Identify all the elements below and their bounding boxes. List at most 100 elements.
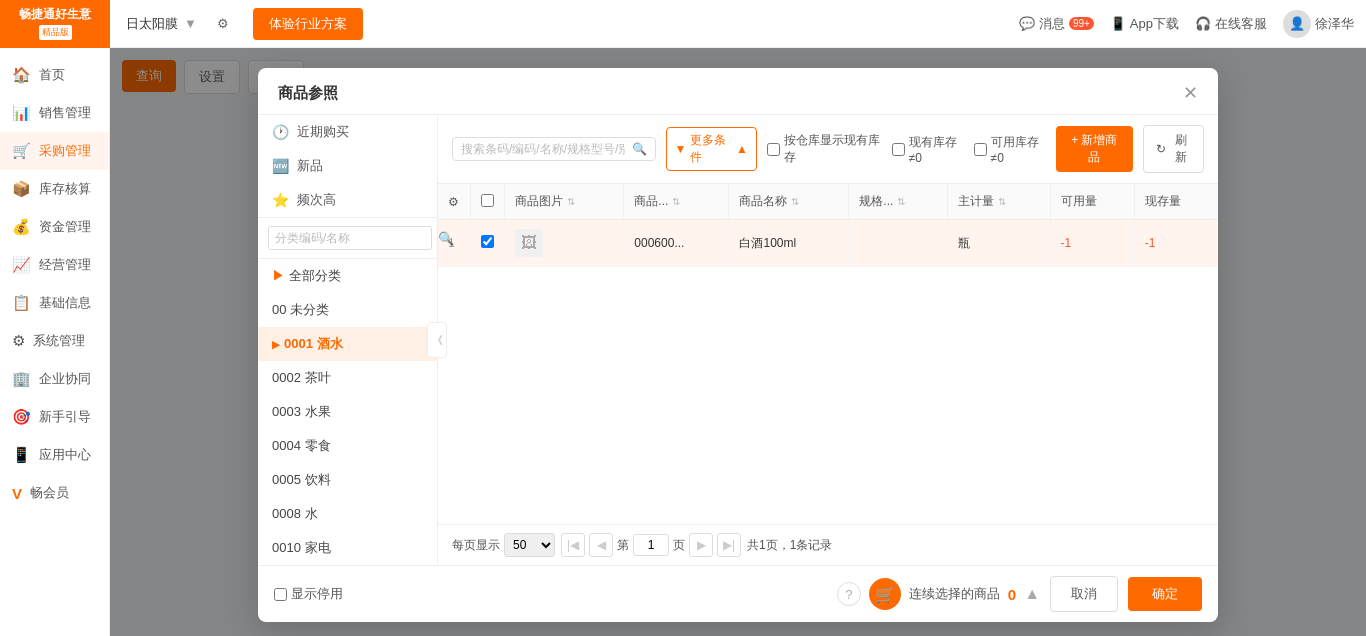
cat-item-tea[interactable]: 0002 茶叶 [258, 361, 437, 395]
sidebar-item-guide[interactable]: 🎯 新手引导 [0, 398, 109, 436]
th-image: 商品图片⇅ [504, 184, 624, 220]
cat-item-fruit[interactable]: 0003 水果 [258, 395, 437, 429]
cart-collapse-button[interactable]: ▲ [1024, 585, 1040, 603]
apps-icon: 📱 [12, 446, 31, 464]
cat-item-snack[interactable]: 0004 零食 [258, 429, 437, 463]
logo-area: 畅捷通好生意 精品版 [0, 0, 110, 48]
pagination: 每页显示 10 20 50 100 |◀ ◀ 第 [438, 524, 1218, 565]
row-checkbox[interactable] [481, 235, 494, 248]
confirm-button[interactable]: 确定 [1128, 577, 1202, 611]
checkbox-available[interactable] [892, 143, 905, 156]
user-nav-item[interactable]: 👤 徐泽华 [1283, 10, 1354, 38]
sidebar-item-base[interactable]: 📋 基础信息 [0, 284, 109, 322]
sidebar-item-system[interactable]: ⚙ 系统管理 [0, 322, 109, 360]
product-search-icon[interactable]: 🔍 [632, 142, 647, 156]
page-navigation: |◀ ◀ 第 页 ▶ ▶| [561, 533, 741, 557]
sidebar-item-home[interactable]: 🏠 首页 [0, 56, 109, 94]
show-disabled-label[interactable]: 显示停用 [274, 585, 343, 603]
sidebar-item-sales[interactable]: 📊 销售管理 [0, 94, 109, 132]
checkbox-usable-label[interactable]: 可用库存≠0 [974, 134, 1046, 165]
collab-icon: 🏢 [12, 370, 31, 388]
settings-icon[interactable]: ⚙ [207, 8, 239, 40]
category-list: ▶ 全部分类 00 未分类 ▶ 0001 酒水 0002 茶叶 [258, 259, 437, 565]
filter-icon: ▼ [675, 142, 687, 156]
table-row[interactable]: 1 🖼 000600... 白酒100ml 瓶 -1 [438, 220, 1218, 267]
show-disabled-checkbox[interactable] [274, 588, 287, 601]
product-search-input[interactable] [461, 142, 626, 156]
sidebar-item-finance[interactable]: 💰 资金管理 [0, 208, 109, 246]
column-settings-icon[interactable]: ⚙ [448, 195, 459, 209]
sidebar-item-ops[interactable]: 📈 经营管理 [0, 246, 109, 284]
more-filter-button[interactable]: ▼ 更多条件 ▲ [666, 127, 757, 171]
cart-button[interactable]: 🛒 [869, 578, 901, 610]
page-last-button[interactable]: ▶| [717, 533, 741, 557]
quick-item-recent[interactable]: 🕐 近期购买 [258, 115, 437, 149]
th-settings[interactable]: ⚙ [438, 184, 470, 220]
cat-item-appliance[interactable]: 0010 家电 [258, 531, 437, 565]
th-stock: 现存量 [1134, 184, 1218, 220]
experience-button[interactable]: 体验行业方案 [253, 8, 363, 40]
message-icon: 💬 [1019, 16, 1035, 31]
cat-label-tea: 0002 茶叶 [272, 369, 331, 387]
page-label: 第 [617, 537, 629, 554]
page-size-selector: 每页显示 10 20 50 100 [452, 533, 555, 557]
help-icon[interactable]: ? [837, 582, 861, 606]
member-icon: V [12, 485, 22, 502]
th-available: 可用量 [1050, 184, 1134, 220]
collapse-panel-button[interactable]: 《 [427, 322, 447, 358]
page-first-button[interactable]: |◀ [561, 533, 585, 557]
dialog-close-button[interactable]: ✕ [1183, 82, 1198, 104]
cat-label-liquor: 0001 酒水 [284, 335, 343, 353]
cat-item-drink[interactable]: 0005 饮料 [258, 463, 437, 497]
search-icon[interactable]: 🔍 [438, 231, 454, 246]
add-product-button[interactable]: + 新增商品 [1056, 126, 1134, 172]
total-info: 共1页，1条记录 [747, 537, 832, 554]
store-dropdown-arrow: ▼ [184, 16, 197, 31]
th-checkbox[interactable] [470, 184, 504, 220]
quick-item-frequent[interactable]: ⭐ 频次高 [258, 183, 437, 217]
sidebar-item-collab[interactable]: 🏢 企业协同 [0, 360, 109, 398]
quick-item-new[interactable]: 🆕 新品 [258, 149, 437, 183]
page-prev-button[interactable]: ◀ [589, 533, 613, 557]
select-all-checkbox[interactable] [481, 194, 494, 207]
th-code-sort: ⇅ [672, 196, 680, 207]
app-download-nav-item[interactable]: 📱 App下载 [1110, 15, 1179, 33]
star-icon: ⭐ [272, 192, 289, 208]
th-spec-label: 规格... [859, 193, 893, 210]
cell-checkbox[interactable] [470, 220, 504, 267]
cat-all-label[interactable]: 全部分类 [289, 268, 341, 283]
logo-badge: 精品版 [39, 25, 72, 40]
th-spec: 规格...⇅ [849, 184, 948, 220]
sidebar-item-apps[interactable]: 📱 应用中心 [0, 436, 109, 474]
product-thumbnail: 🖼 [515, 229, 543, 257]
page-size-label: 每页显示 [452, 537, 500, 554]
cat-item-water[interactable]: 0008 水 [258, 497, 437, 531]
online-service-nav-item[interactable]: 🎧 在线客服 [1195, 15, 1267, 33]
show-disabled-text: 显示停用 [291, 585, 343, 603]
refresh-button[interactable]: ↻ 刷新 [1143, 125, 1204, 173]
cancel-button[interactable]: 取消 [1050, 576, 1118, 612]
quick-label-new: 新品 [297, 157, 323, 175]
sidebar-label-inventory: 库存核算 [39, 180, 91, 198]
cat-item-liquor[interactable]: ▶ 0001 酒水 [258, 327, 437, 361]
user-name: 徐泽华 [1315, 15, 1354, 33]
page-number-input[interactable] [633, 534, 669, 556]
checkbox-available-label[interactable]: 现有库存≠0 [892, 134, 964, 165]
cell-name: 白酒100ml [729, 220, 849, 267]
page-next-button[interactable]: ▶ [689, 533, 713, 557]
category-search-input[interactable] [268, 226, 432, 250]
page-size-select[interactable]: 10 20 50 100 [504, 533, 555, 557]
sidebar-label-member: 畅会员 [30, 484, 69, 502]
store-selector[interactable]: 日太阳膜 ▼ [126, 15, 197, 33]
cat-item-unclassified[interactable]: 00 未分类 [258, 293, 437, 327]
checkbox-warehouse-label[interactable]: 按仓库显示现有库存 [767, 132, 882, 166]
sidebar-item-member[interactable]: V 畅会员 [0, 474, 109, 512]
checkbox-usable[interactable] [974, 143, 987, 156]
refresh-label: 刷新 [1170, 132, 1191, 166]
online-service-label: 在线客服 [1215, 15, 1267, 33]
sidebar-item-inventory[interactable]: 📦 库存核算 [0, 170, 109, 208]
home-icon: 🏠 [12, 66, 31, 84]
checkbox-warehouse[interactable] [767, 143, 780, 156]
sidebar-item-purchase[interactable]: 🛒 采购管理 [0, 132, 109, 170]
message-nav-item[interactable]: 💬 消息 99+ [1019, 15, 1094, 33]
